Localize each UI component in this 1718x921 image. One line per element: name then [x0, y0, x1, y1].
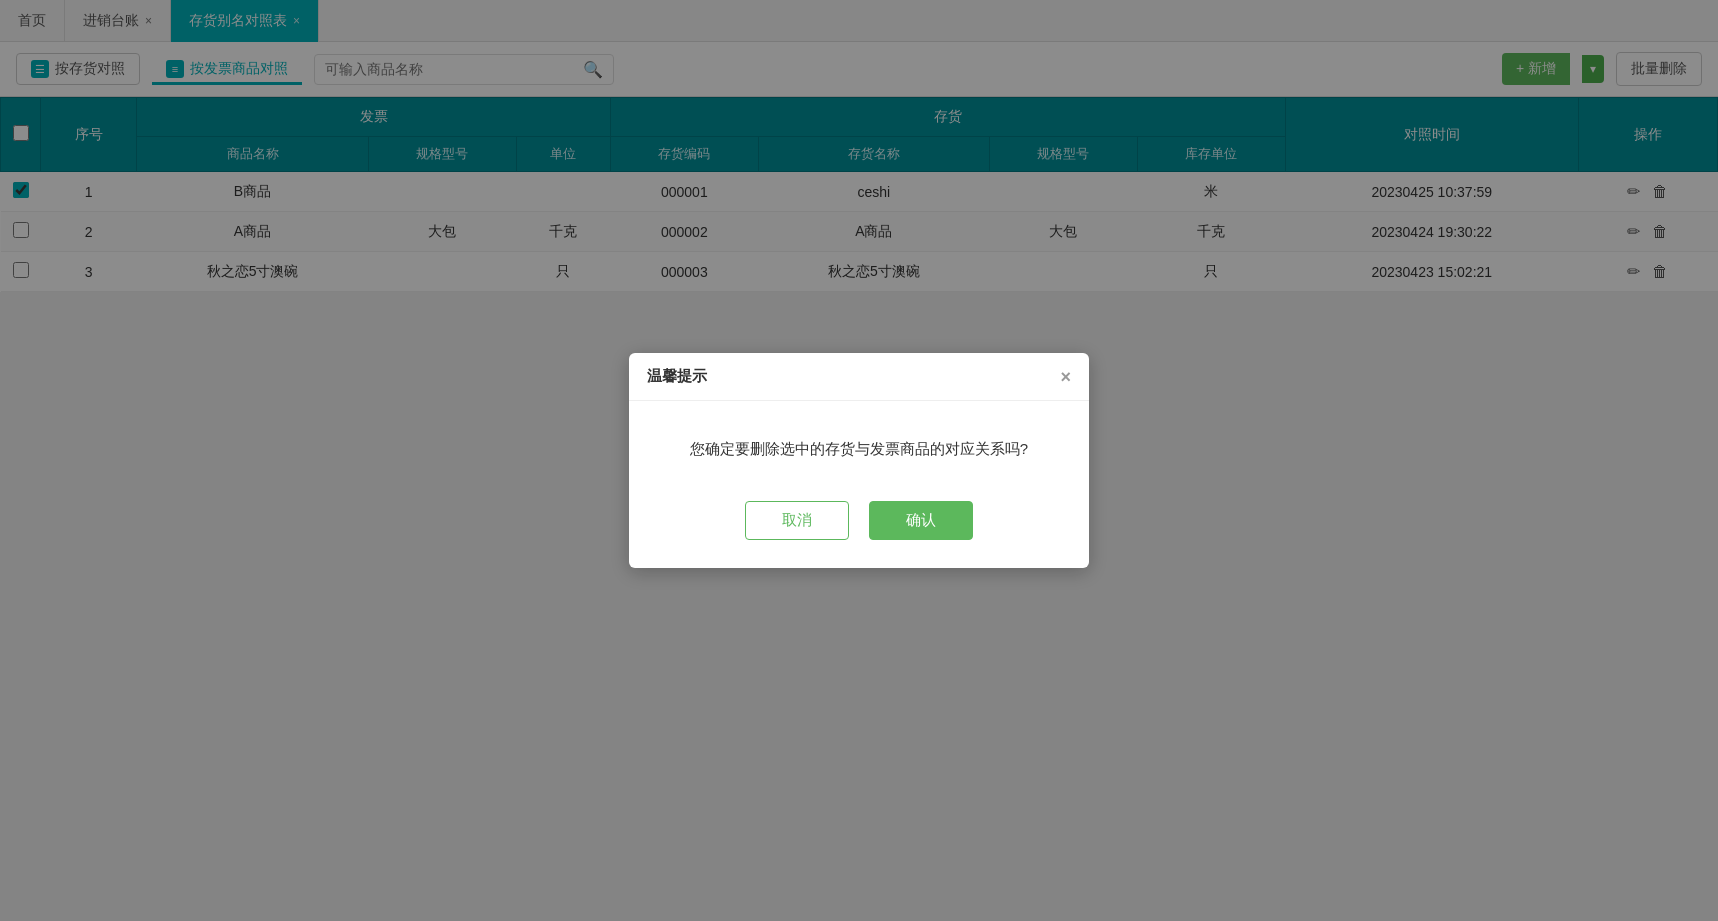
modal-overlay: 温馨提示 × 您确定要删除选中的存货与发票商品的对应关系吗? 取消 确认 — [0, 0, 1718, 292]
